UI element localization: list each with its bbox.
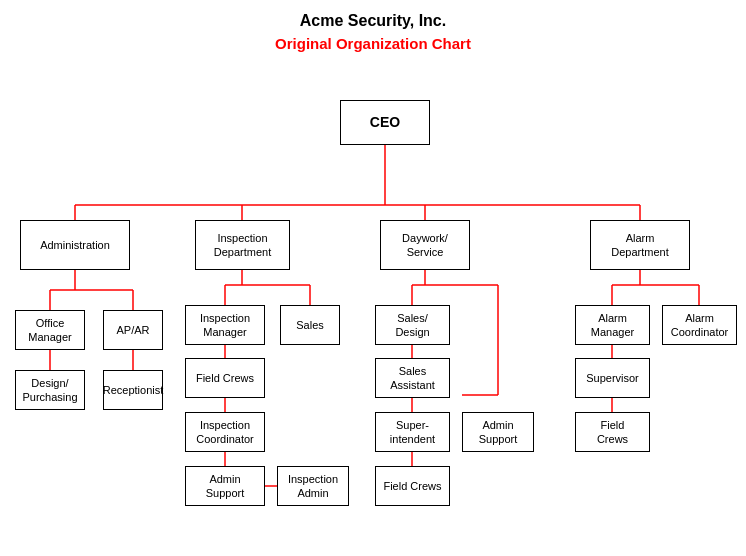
box-field-crews-day: Field Crews [375,466,450,506]
daywork-label: Daywork/Service [380,220,470,270]
box-ceo: CEO [340,100,430,145]
box-administration: Administration [20,220,130,270]
box-admin-support-insp: AdminSupport [185,466,265,506]
box-sales-assistant: SalesAssistant [375,358,450,398]
box-ap-ar: AP/AR [103,310,163,350]
box-field-crews-alarm: FieldCrews [575,412,650,452]
box-inspection-manager: InspectionManager [185,305,265,345]
box-inspection-coordinator: InspectionCoordinator [185,412,265,452]
box-design-purchasing: Design/Purchasing [15,370,85,410]
box-superintendent: Super-intendent [375,412,450,452]
alarm-dept-label: AlarmDepartment [590,220,690,270]
box-admin-support-day: AdminSupport [462,412,534,452]
box-field-crews-insp: Field Crews [185,358,265,398]
box-sales: Sales [280,305,340,345]
box-receptionist: Receptionist [103,370,163,410]
box-supervisor: Supervisor [575,358,650,398]
box-inspection-admin: InspectionAdmin [277,466,349,506]
org-chart-lines [0,0,746,556]
box-alarm-coordinator: AlarmCoordinator [662,305,737,345]
box-office-manager: OfficeManager [15,310,85,350]
box-sales-design: Sales/Design [375,305,450,345]
box-alarm-manager: AlarmManager [575,305,650,345]
inspection-dept-label: InspectionDepartment [195,220,290,270]
